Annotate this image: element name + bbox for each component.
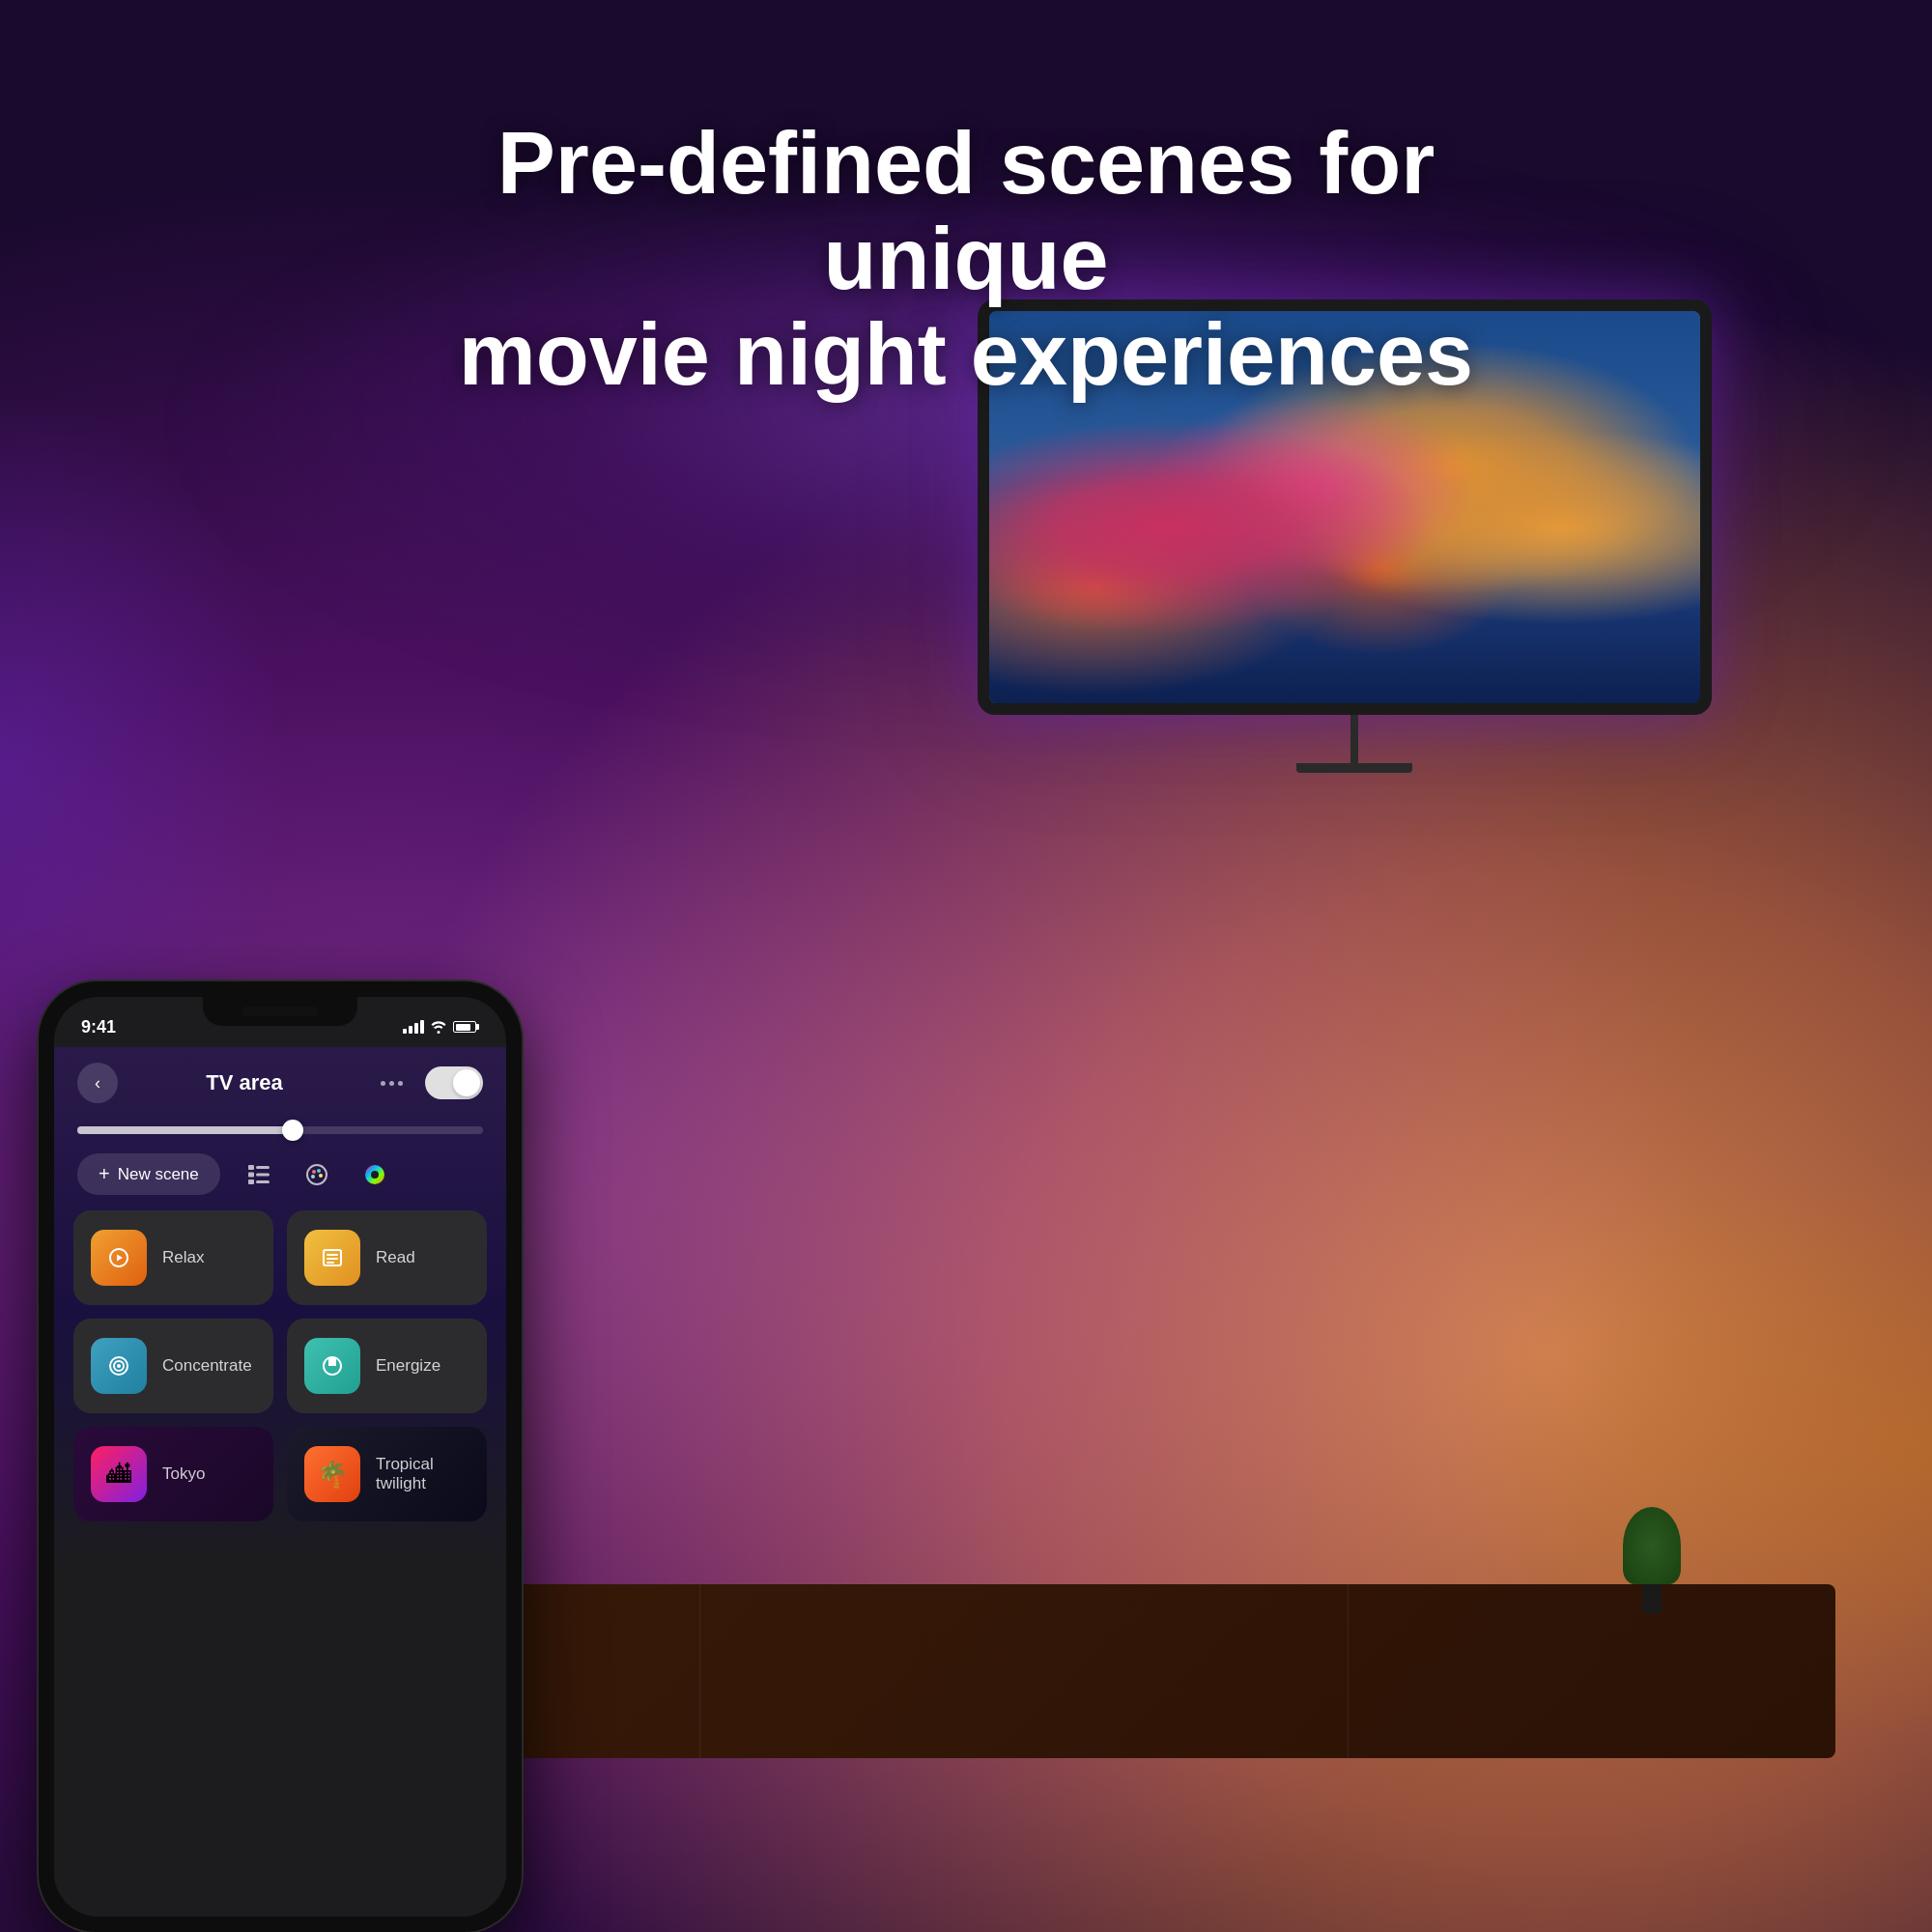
nav-right-controls [371, 1066, 483, 1099]
more-button[interactable] [371, 1071, 412, 1094]
relax-icon [91, 1230, 147, 1286]
svg-rect-2 [248, 1172, 254, 1177]
svg-point-12 [371, 1171, 379, 1179]
svg-rect-16 [327, 1262, 334, 1264]
concentrate-label: Concentrate [162, 1356, 252, 1376]
svg-rect-1 [256, 1166, 270, 1169]
brightness-slider[interactable] [77, 1126, 483, 1134]
scenes-grid: Relax Read [54, 1210, 506, 1541]
phone-container: 9:41 [39, 981, 560, 1932]
svg-rect-4 [248, 1179, 254, 1184]
svg-rect-14 [327, 1254, 338, 1256]
tokyo-icon: 🏙 [91, 1446, 147, 1502]
tropical-icon: 🌴 [304, 1446, 360, 1502]
svg-rect-5 [256, 1180, 270, 1183]
scene-card-concentrate[interactable]: Concentrate [73, 1319, 273, 1413]
svg-point-7 [312, 1170, 316, 1174]
relax-label: Relax [162, 1248, 204, 1267]
brightness-fill [77, 1126, 300, 1134]
svg-point-6 [307, 1165, 327, 1184]
scene-card-relax[interactable]: Relax [73, 1210, 273, 1305]
energize-label: Energize [376, 1356, 440, 1376]
svg-point-9 [319, 1174, 323, 1178]
scene-card-tokyo[interactable]: 🏙 Tokyo [73, 1427, 273, 1521]
status-icons [403, 1020, 479, 1034]
page-title: Pre-defined scenes for unique movie nigh… [386, 116, 1546, 403]
power-toggle[interactable] [425, 1066, 483, 1099]
phone-inner: 9:41 [54, 997, 506, 1917]
tropical-label: Tropical twilight [376, 1455, 469, 1493]
status-time: 9:41 [81, 1017, 116, 1037]
battery-icon [453, 1021, 479, 1033]
svg-point-8 [317, 1169, 321, 1173]
read-icon [304, 1230, 360, 1286]
scene-card-energize[interactable]: Energize [287, 1319, 487, 1413]
nav-title: TV area [206, 1070, 283, 1095]
phone-content: ‹ TV area [54, 1047, 506, 1917]
concentrate-icon [91, 1338, 147, 1394]
phone-frame: 9:41 [39, 981, 522, 1932]
scene-card-read[interactable]: Read [287, 1210, 487, 1305]
list-view-icon[interactable] [240, 1155, 278, 1194]
energize-icon [304, 1338, 360, 1394]
scene-card-tropical-twilight[interactable]: 🌴 Tropical twilight [287, 1427, 487, 1521]
read-label: Read [376, 1248, 415, 1267]
signal-bars-icon [403, 1020, 424, 1034]
new-scene-button[interactable]: + New scene [77, 1153, 220, 1195]
back-button[interactable]: ‹ [77, 1063, 118, 1103]
palette-icon[interactable] [298, 1155, 336, 1194]
color-wheel-icon[interactable] [355, 1155, 394, 1194]
phone-notch [203, 997, 357, 1026]
svg-rect-0 [248, 1165, 254, 1170]
tokyo-label: Tokyo [162, 1464, 205, 1484]
svg-point-10 [311, 1175, 315, 1179]
svg-rect-15 [327, 1258, 338, 1260]
svg-rect-3 [256, 1173, 270, 1176]
scenes-toolbar: + New scene [54, 1153, 506, 1210]
nav-bar: ‹ TV area [54, 1047, 506, 1119]
brightness-thumb [282, 1120, 303, 1141]
svg-point-19 [117, 1364, 121, 1368]
wifi-icon [430, 1020, 447, 1034]
